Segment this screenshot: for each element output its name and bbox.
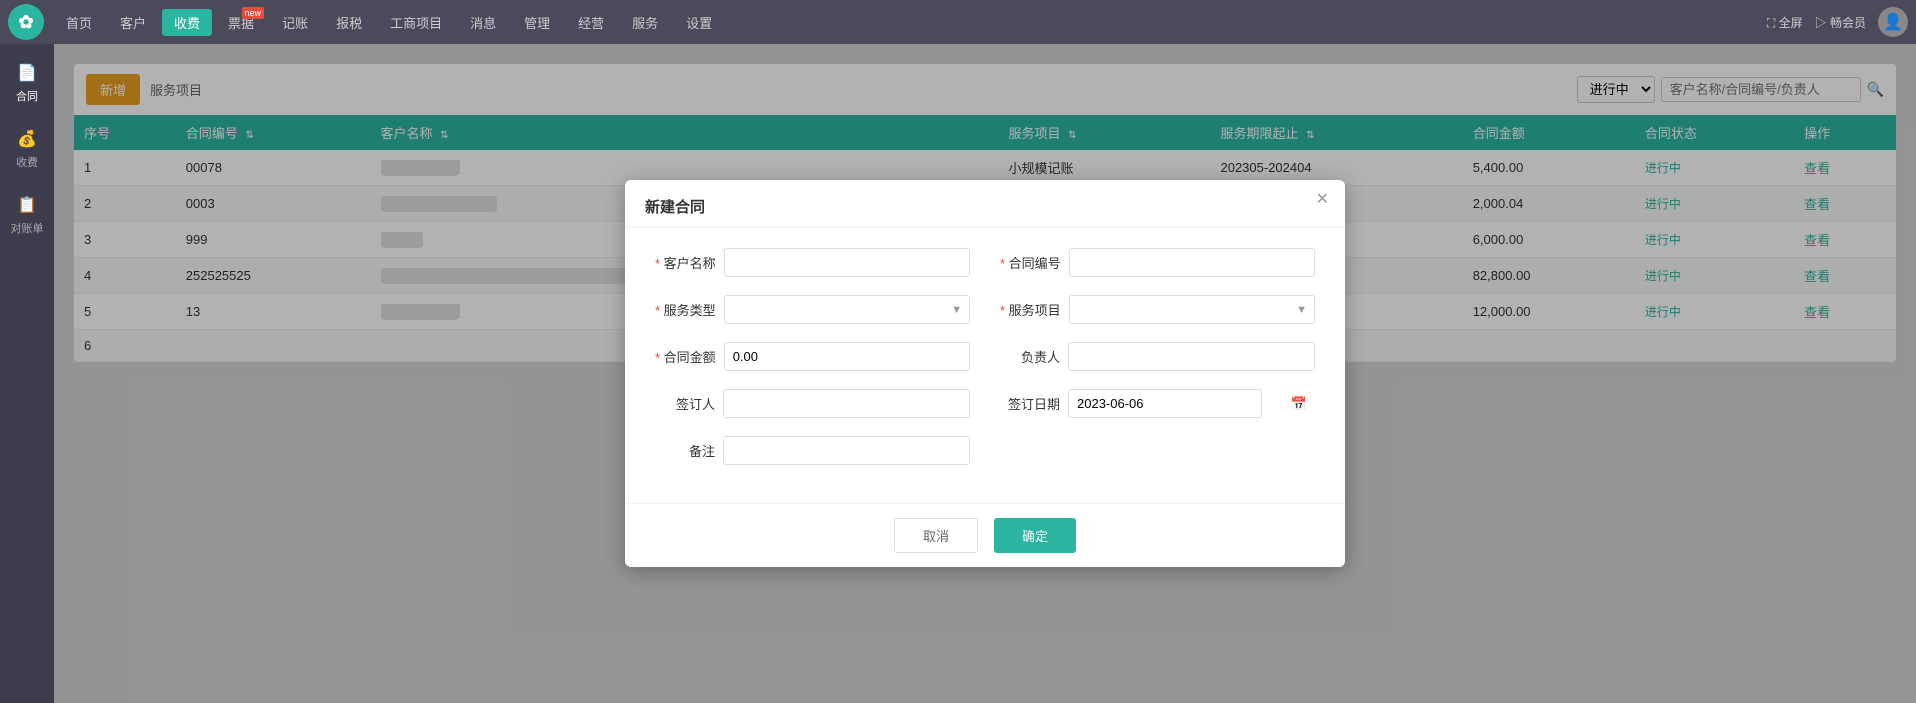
- client-name-input[interactable]: [724, 248, 970, 277]
- sidebar-item-contract[interactable]: 📄 合同: [3, 54, 51, 112]
- form-row-4: 签订人 签订日期 2023-06-06 📅: [655, 389, 1315, 418]
- income-icon: 💰: [16, 128, 38, 150]
- sidebar-item-income[interactable]: 💰 收费: [3, 120, 51, 178]
- app-logo: ✿: [8, 4, 44, 40]
- member-btn[interactable]: ▷ 畅会员: [1815, 14, 1866, 31]
- form-group-responsible: 负责人: [1000, 342, 1315, 371]
- confirm-button[interactable]: 确定: [994, 518, 1076, 553]
- nav-right: ⛶ 全屏 ▷ 畅会员 👤: [1767, 7, 1908, 37]
- form-group-client-name: 客户名称: [655, 248, 970, 277]
- nav-item-tax[interactable]: 报税: [324, 9, 374, 36]
- nav-item-business[interactable]: 工商项目: [378, 9, 454, 36]
- form-group-notes: 备注: [655, 436, 970, 465]
- form-row-5: 备注: [655, 436, 1315, 465]
- new-contract-modal: 新建合同 ✕ 客户名称 合同编号: [625, 180, 1345, 567]
- contract-amount-label: 合同金额: [655, 347, 716, 366]
- sidebar-item-label: 收费: [16, 154, 38, 170]
- form-group-contract-no: 合同编号: [1000, 248, 1315, 277]
- notes-input[interactable]: [723, 436, 970, 465]
- form-row-3: 合同金额 0.00 负责人: [655, 342, 1315, 371]
- sidebar: 📄 合同 💰 收费 📋 对账单: [0, 44, 54, 703]
- service-type-label: 服务类型: [655, 300, 716, 319]
- form-row-2: 服务类型 ▼ 服务项目: [655, 295, 1315, 324]
- signer-label: 签订人: [655, 394, 715, 413]
- contract-no-label: 合同编号: [1000, 253, 1061, 272]
- modal-title: 新建合同: [645, 199, 705, 216]
- responsible-label: 负责人: [1000, 347, 1060, 366]
- nav-item-message[interactable]: 消息: [458, 9, 508, 36]
- modal-body: 客户名称 合同编号 服务类型: [625, 228, 1345, 503]
- sign-date-label: 签订日期: [1000, 394, 1060, 413]
- new-badge: new: [242, 7, 265, 19]
- nav-item-client[interactable]: 客户: [108, 9, 158, 36]
- form-group-contract-amount: 合同金额 0.00: [655, 342, 970, 371]
- service-item-select[interactable]: [1069, 295, 1315, 324]
- service-type-select-wrapper: ▼: [724, 295, 970, 324]
- avatar[interactable]: 👤: [1878, 7, 1908, 37]
- modal-header: 新建合同 ✕: [625, 180, 1345, 228]
- contract-icon: 📄: [16, 62, 38, 84]
- nav-item-manage[interactable]: 管理: [512, 9, 562, 36]
- nav-item-ticket[interactable]: 票据 new: [216, 9, 266, 36]
- client-name-label: 客户名称: [655, 253, 716, 272]
- form-group-signer: 签订人: [655, 389, 970, 418]
- sign-date-input[interactable]: 2023-06-06: [1068, 389, 1262, 418]
- modal-close-button[interactable]: ✕: [1316, 192, 1329, 208]
- contract-no-input[interactable]: [1069, 248, 1315, 277]
- form-group-sign-date: 签订日期 2023-06-06 📅: [1000, 389, 1315, 418]
- sidebar-item-label: 合同: [16, 88, 38, 104]
- reconcile-icon: 📋: [16, 194, 38, 216]
- contract-amount-input[interactable]: 0.00: [724, 342, 970, 371]
- modal-overlay: 新建合同 ✕ 客户名称 合同编号: [54, 44, 1916, 703]
- sidebar-item-label: 对账单: [11, 220, 44, 236]
- top-nav: ✿ 首页 客户 收费 票据 new 记账 报税 工商项目 消息 管理 经营 服务…: [0, 0, 1916, 44]
- responsible-input[interactable]: [1068, 342, 1315, 371]
- nav-item-home[interactable]: 首页: [54, 9, 104, 36]
- sign-date-wrapper: 2023-06-06 📅: [1068, 389, 1315, 418]
- form-group-service-item: 服务项目 ▼: [1000, 295, 1315, 324]
- nav-item-service[interactable]: 服务: [620, 9, 670, 36]
- signer-input[interactable]: [723, 389, 970, 418]
- cancel-button[interactable]: 取消: [894, 518, 978, 553]
- form-group-service-type: 服务类型 ▼: [655, 295, 970, 324]
- nav-items: 首页 客户 收费 票据 new 记账 报税 工商项目 消息 管理 经营 服务 设…: [54, 9, 1767, 36]
- service-type-select[interactable]: [724, 295, 970, 324]
- service-item-select-wrapper: ▼: [1069, 295, 1315, 324]
- calendar-icon: 📅: [1291, 396, 1307, 412]
- nav-item-settings[interactable]: 设置: [674, 9, 724, 36]
- modal-footer: 取消 确定: [625, 503, 1345, 567]
- fullscreen-btn[interactable]: ⛶ 全屏: [1767, 14, 1803, 31]
- nav-item-operation[interactable]: 经营: [566, 9, 616, 36]
- notes-label: 备注: [655, 441, 715, 460]
- main-layout: 📄 合同 💰 收费 📋 对账单 新增 服务项目 进行中 已完成 已终止: [0, 44, 1916, 703]
- content-area: 新增 服务项目 进行中 已完成 已终止 🔍 序号: [54, 44, 1916, 703]
- nav-item-invoice[interactable]: 收费: [162, 9, 212, 36]
- form-row-1: 客户名称 合同编号: [655, 248, 1315, 277]
- nav-item-ledger[interactable]: 记账: [270, 9, 320, 36]
- sidebar-item-reconcile[interactable]: 📋 对账单: [3, 186, 51, 244]
- service-item-label: 服务项目: [1000, 300, 1061, 319]
